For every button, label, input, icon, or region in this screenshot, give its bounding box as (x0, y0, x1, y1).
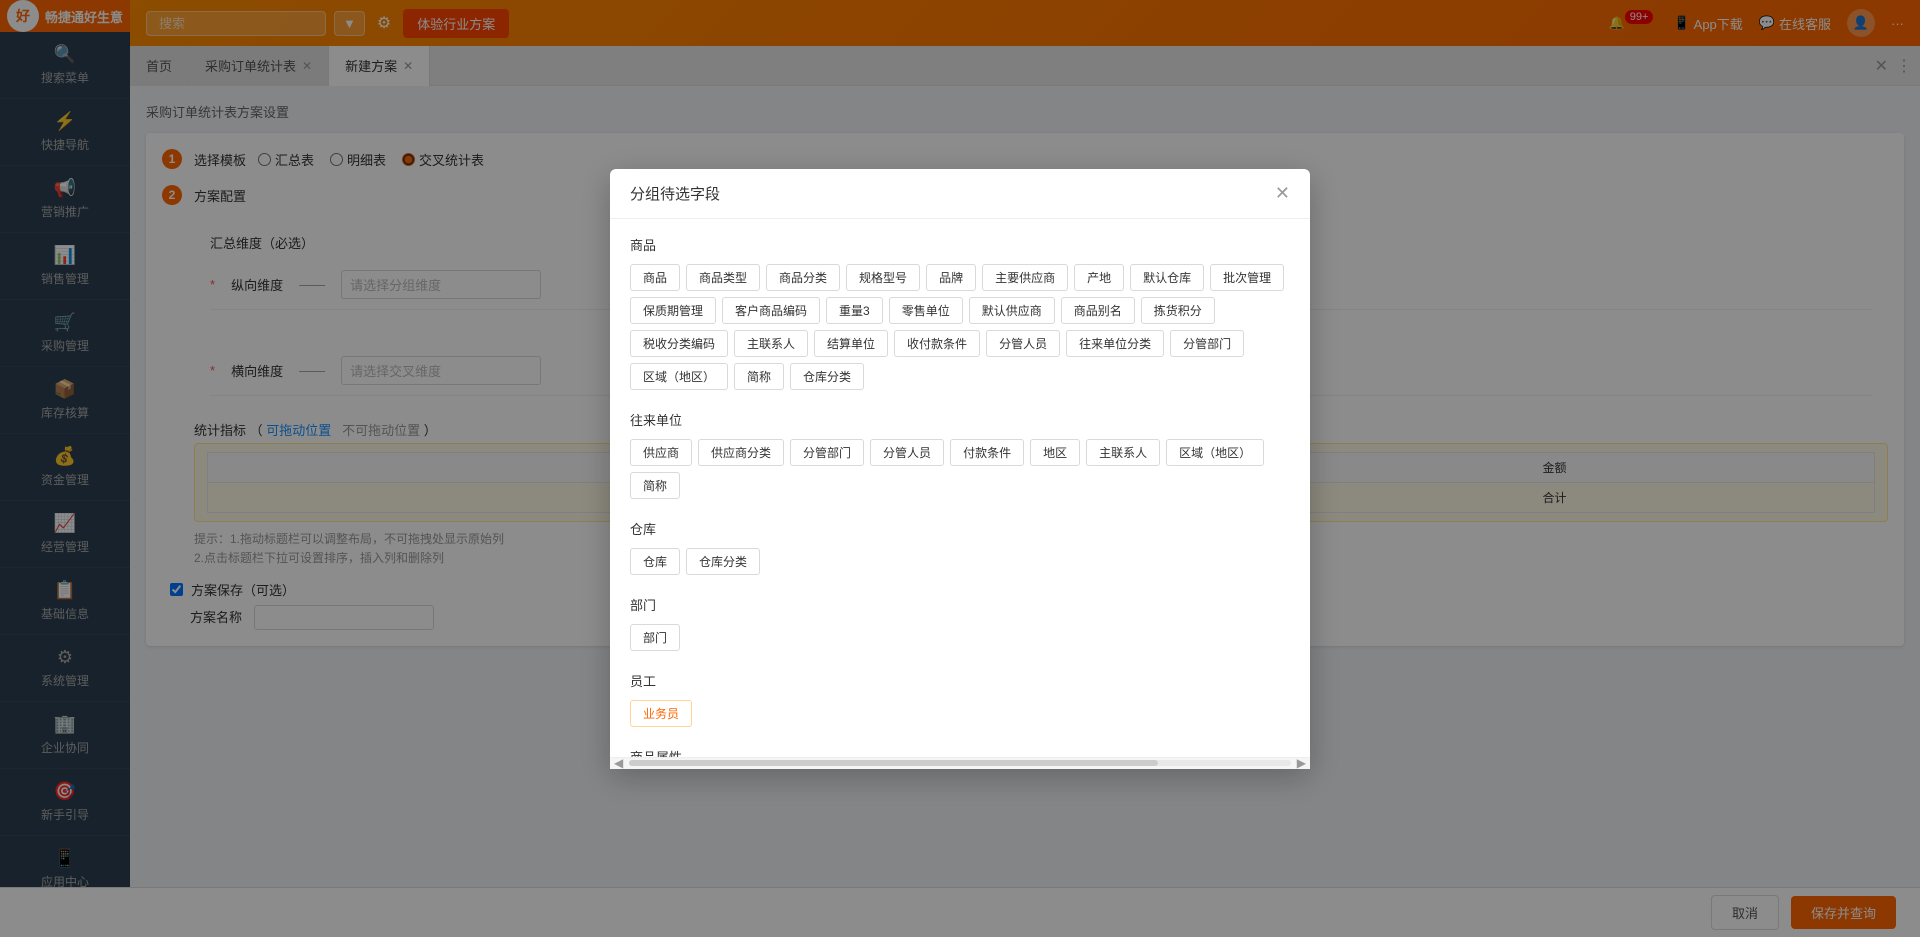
field-chip-goods-23[interactable]: 区域（地区） (630, 363, 728, 390)
section-title-goods: 商品 (630, 235, 1290, 254)
field-chip-partner-5[interactable]: 地区 (1030, 439, 1080, 466)
field-chip-employee-0[interactable]: 业务员 (630, 700, 692, 727)
modal-header: 分组待选字段 ✕ (610, 169, 1310, 219)
field-chip-goods-6[interactable]: 产地 (1074, 264, 1124, 291)
field-chip-goods-18[interactable]: 结算单位 (814, 330, 888, 357)
field-chip-partner-1[interactable]: 供应商分类 (698, 439, 784, 466)
section-department: 部门部门 (630, 595, 1290, 651)
field-chip-goods-13[interactable]: 默认供应商 (969, 297, 1055, 324)
section-partner: 往来单位供应商供应商分类分管部门分管人员付款条件地区主联系人区域（地区） 简称 (630, 410, 1290, 499)
field-chip-warehouse-0[interactable]: 仓库 (630, 548, 680, 575)
field-chip-goods-1[interactable]: 商品类型 (686, 264, 760, 291)
field-chip-goods-24[interactable]: 简称 (734, 363, 784, 390)
section-warehouse: 仓库仓库仓库分类 (630, 519, 1290, 575)
field-chips-warehouse: 仓库仓库分类 (630, 548, 1290, 575)
field-chip-goods-16[interactable]: 税收分类编码 (630, 330, 728, 357)
modal-dialog: 分组待选字段 ✕ 商品商品商品类型商品分类规格型号品牌主要供应商产地默认仓库批次… (610, 169, 1310, 769)
field-chip-goods-17[interactable]: 主联系人 (734, 330, 808, 357)
field-chip-goods-19[interactable]: 收付款条件 (894, 330, 980, 357)
field-chip-goods-22[interactable]: 分管部门 (1170, 330, 1244, 357)
field-chip-partner-2[interactable]: 分管部门 (790, 439, 864, 466)
field-chip-goods-21[interactable]: 往来单位分类 (1066, 330, 1164, 357)
modal-title: 分组待选字段 (630, 183, 720, 204)
field-chip-partner-8[interactable]: 简称 (630, 472, 680, 499)
modal-overlay: 分组待选字段 ✕ 商品商品商品类型商品分类规格型号品牌主要供应商产地默认仓库批次… (0, 0, 1920, 937)
field-chip-goods-12[interactable]: 零售单位 (889, 297, 963, 324)
section-employee: 员工业务员 (630, 671, 1290, 727)
section-goods: 商品商品商品类型商品分类规格型号品牌主要供应商产地默认仓库批次管理保质期管理客户… (630, 235, 1290, 390)
section-title-employee: 员工 (630, 671, 1290, 690)
field-chips-partner: 供应商供应商分类分管部门分管人员付款条件地区主联系人区域（地区） 简称 (630, 439, 1290, 499)
section-title-department: 部门 (630, 595, 1290, 614)
field-chip-partner-6[interactable]: 主联系人 (1086, 439, 1160, 466)
hscroll-left-arrow[interactable]: ◀ (614, 756, 623, 770)
field-chip-goods-9[interactable]: 保质期管理 (630, 297, 716, 324)
section-title-product-attr: 商品属性 (630, 747, 1290, 757)
field-chip-goods-15[interactable]: 拣货积分 (1141, 297, 1215, 324)
field-chip-warehouse-1[interactable]: 仓库分类 (686, 548, 760, 575)
modal-body: 商品商品商品类型商品分类规格型号品牌主要供应商产地默认仓库批次管理保质期管理客户… (610, 219, 1310, 757)
field-chip-department-0[interactable]: 部门 (630, 624, 680, 651)
field-chips-department: 部门 (630, 624, 1290, 651)
field-chips-employee: 业务员 (630, 700, 1290, 727)
field-chip-partner-4[interactable]: 付款条件 (950, 439, 1024, 466)
field-chip-partner-7[interactable]: 区域（地区） (1166, 439, 1264, 466)
field-chip-goods-10[interactable]: 客户商品编码 (722, 297, 820, 324)
section-title-partner: 往来单位 (630, 410, 1290, 429)
field-chip-goods-8[interactable]: 批次管理 (1210, 264, 1284, 291)
field-chip-goods-11[interactable]: 重量3 (826, 297, 883, 324)
field-chip-goods-4[interactable]: 品牌 (926, 264, 976, 291)
field-chips-goods: 商品商品类型商品分类规格型号品牌主要供应商产地默认仓库批次管理保质期管理客户商品… (630, 264, 1290, 390)
modal-hscrollbar[interactable]: ◀ ▶ (610, 757, 1310, 769)
field-chip-goods-0[interactable]: 商品 (630, 264, 680, 291)
field-chip-partner-0[interactable]: 供应商 (630, 439, 692, 466)
field-chip-goods-5[interactable]: 主要供应商 (982, 264, 1068, 291)
field-chip-goods-25[interactable]: 仓库分类 (790, 363, 864, 390)
hscroll-right-arrow[interactable]: ▶ (1297, 756, 1306, 770)
field-chip-goods-7[interactable]: 默认仓库 (1130, 264, 1204, 291)
hscroll-thumb[interactable] (629, 760, 1158, 766)
field-chip-partner-3[interactable]: 分管人员 (870, 439, 944, 466)
field-chip-goods-20[interactable]: 分管人员 (986, 330, 1060, 357)
section-title-warehouse: 仓库 (630, 519, 1290, 538)
field-chip-goods-3[interactable]: 规格型号 (846, 264, 920, 291)
field-chip-goods-14[interactable]: 商品别名 (1061, 297, 1135, 324)
section-product-attr: 商品属性属性颜色多规格尺码鞋码1 (630, 747, 1290, 757)
field-chip-goods-2[interactable]: 商品分类 (766, 264, 840, 291)
modal-close-button[interactable]: ✕ (1275, 184, 1290, 202)
